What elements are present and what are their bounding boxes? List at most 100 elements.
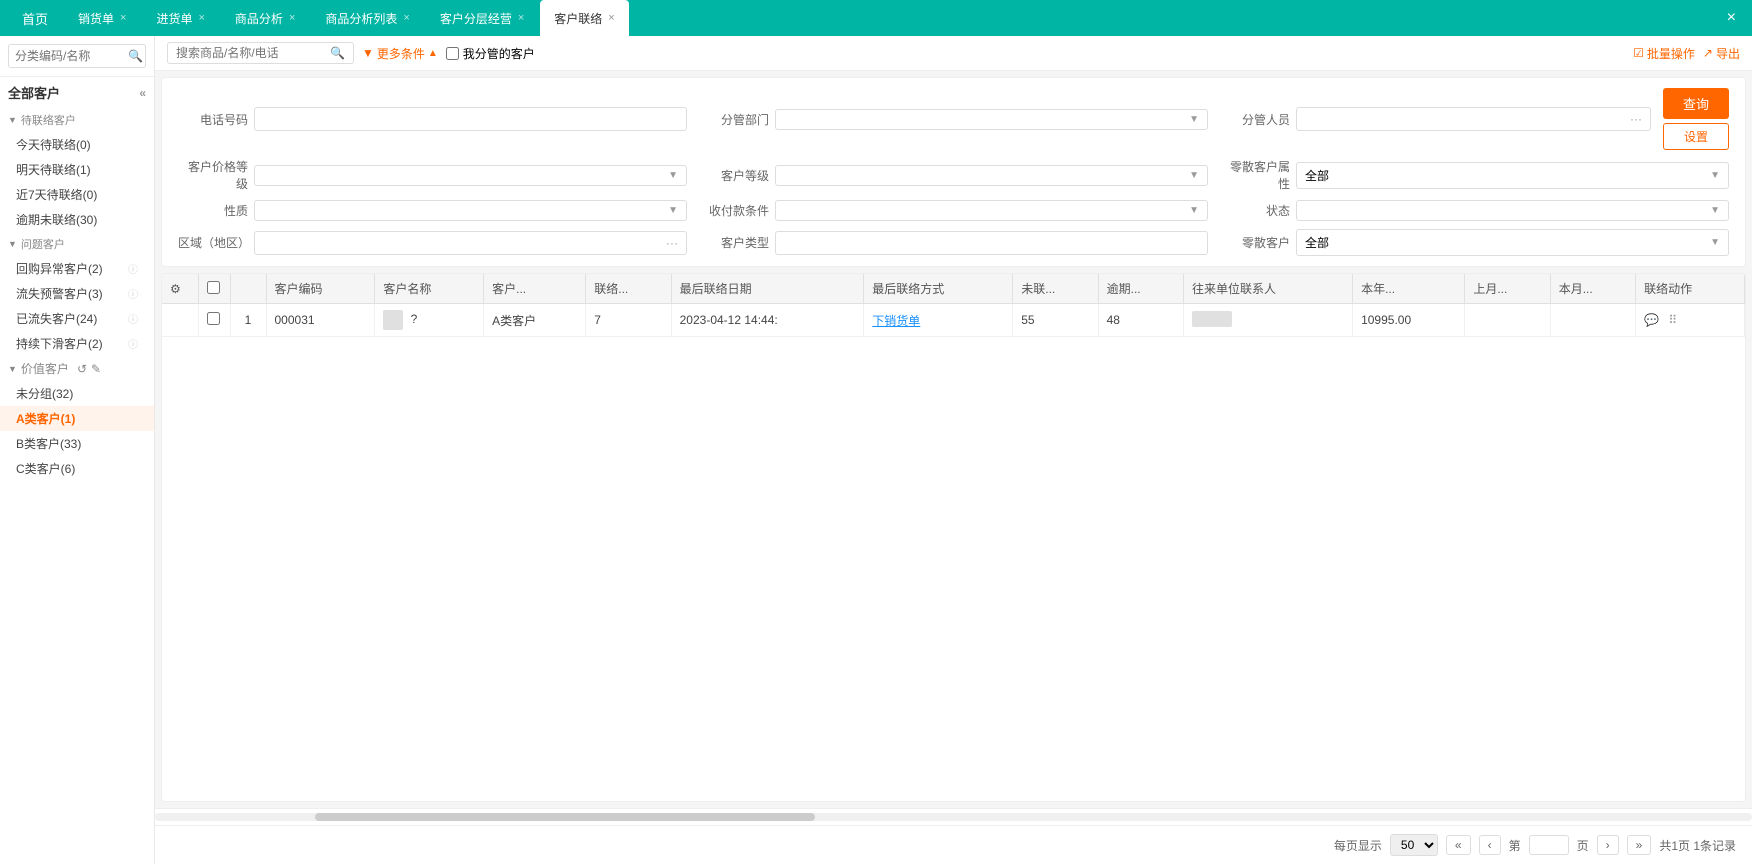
- row-name[interactable]: ?: [375, 304, 484, 337]
- settings-button[interactable]: 设置: [1663, 123, 1729, 150]
- my-customers-checkbox[interactable]: 我分管的客户: [446, 45, 535, 62]
- sidebar-item-repurchase-abnormal[interactable]: 回购异常客户(2) ⓘ: [0, 256, 154, 281]
- sidebar-item-b-class[interactable]: B类客户(33): [0, 431, 154, 456]
- filter-nature-select[interactable]: ▼: [254, 200, 687, 221]
- value-edit-icon[interactable]: ✎: [91, 362, 101, 376]
- sidebar-search-input[interactable]: [8, 44, 146, 68]
- close-tab-customer-contact[interactable]: ×: [608, 12, 614, 24]
- select-all-checkbox[interactable]: [207, 281, 220, 294]
- h-scrollbar[interactable]: [155, 813, 1752, 821]
- close-tab-analysis-list[interactable]: ×: [403, 12, 409, 24]
- col-last-month[interactable]: 上月...: [1465, 274, 1550, 304]
- col-code[interactable]: 客户编码: [266, 274, 375, 304]
- action-chat-icon[interactable]: 💬: [1644, 313, 1659, 327]
- sidebar-item-declining[interactable]: 持续下滑客户(2) ⓘ: [0, 331, 154, 356]
- nav-tab-sales[interactable]: 销货单 ×: [64, 0, 140, 36]
- batch-icon: ☑: [1633, 46, 1644, 60]
- export-btn[interactable]: ↗ 导出: [1703, 45, 1740, 62]
- sidebar-item-churned[interactable]: 已流失客户(24) ⓘ: [0, 306, 154, 331]
- col-gear[interactable]: ⚙: [162, 274, 198, 304]
- sidebar-collapse-icon[interactable]: «: [139, 86, 146, 100]
- col-no-contact[interactable]: 未联...: [1013, 274, 1098, 304]
- nav-home[interactable]: 首页: [8, 9, 62, 28]
- row-gear[interactable]: [162, 304, 198, 337]
- col-overdue[interactable]: 逾期...: [1098, 274, 1183, 304]
- row-no-contact: 55: [1013, 304, 1098, 337]
- row-check[interactable]: [198, 304, 230, 337]
- batch-op-btn[interactable]: ☑ 批量操作: [1633, 45, 1695, 62]
- row-contact-count: 7: [586, 304, 671, 337]
- page-number-input[interactable]: 1: [1529, 835, 1569, 855]
- value-refresh-icon[interactable]: ↺: [77, 362, 87, 376]
- h-scroll-thumb[interactable]: [315, 813, 815, 821]
- row-last-method[interactable]: 下销货单: [864, 304, 1013, 337]
- sidebar-item-churn-warning[interactable]: 流失预警客户(3) ⓘ: [0, 281, 154, 306]
- row-action[interactable]: 💬 ⠿: [1636, 304, 1745, 337]
- filter-payment-select[interactable]: ▼: [775, 200, 1208, 221]
- dept-dropdown-icon: ▼: [1189, 114, 1199, 125]
- action-menu-icon[interactable]: ⠿: [1668, 313, 1677, 327]
- more-filters-btn[interactable]: ▼ 更多条件 ▲: [362, 45, 438, 62]
- filter-price-level-select[interactable]: ▼: [254, 165, 687, 186]
- row-checkbox[interactable]: [207, 312, 220, 325]
- sidebar-item-today-pending[interactable]: 今天待联络(0): [0, 132, 154, 157]
- col-type[interactable]: 客户...: [484, 274, 586, 304]
- nav-tab-purchase[interactable]: 进货单 ×: [142, 0, 218, 36]
- filter-region-input[interactable]: ···: [254, 231, 687, 255]
- table-area: ⚙ 客户编码 客户名称 客户... 联络... 最后联络日期 最后联络方式 未联…: [161, 273, 1746, 802]
- filter-customer-type-input[interactable]: [775, 231, 1208, 255]
- manager-dots-icon[interactable]: ···: [1630, 112, 1642, 126]
- close-tab-customer-segment[interactable]: ×: [518, 12, 524, 24]
- close-all-tabs[interactable]: ×: [1719, 9, 1744, 27]
- sidebar-item-tomorrow-pending[interactable]: 明天待联络(1): [0, 157, 154, 182]
- filter-phone-label: 电话号码: [178, 111, 248, 128]
- main-search-input[interactable]: [176, 46, 326, 60]
- sidebar-item-a-class[interactable]: A类客户(1): [0, 406, 154, 431]
- per-page-select[interactable]: 50: [1390, 834, 1438, 856]
- prev-page-btn[interactable]: ‹: [1479, 835, 1501, 855]
- sidebar-group-value: 价值客户 ↺ ✎: [0, 356, 154, 381]
- col-this-month[interactable]: 本月...: [1550, 274, 1635, 304]
- filter-manager-input[interactable]: ···: [1296, 107, 1651, 131]
- my-customers-check[interactable]: [446, 47, 459, 60]
- row-index: 1: [230, 304, 266, 337]
- col-last-method[interactable]: 最后联络方式: [864, 274, 1013, 304]
- col-check[interactable]: [198, 274, 230, 304]
- sidebar-item-ungroup[interactable]: 未分组(32): [0, 381, 154, 406]
- close-tab-sales[interactable]: ×: [120, 12, 126, 24]
- nav-tab-analysis[interactable]: 商品分析 ×: [221, 0, 309, 36]
- sidebar-item-c-class[interactable]: C类客户(6): [0, 456, 154, 481]
- col-company-contact[interactable]: 往来单位联系人: [1184, 274, 1353, 304]
- col-index: [230, 274, 266, 304]
- sidebar-item-overdue-pending[interactable]: 逾期未联络(30): [0, 207, 154, 232]
- last-method-link[interactable]: 下销货单: [872, 314, 920, 328]
- filter-customer-level-label: 客户等级: [699, 167, 769, 184]
- row-overdue: 48: [1098, 304, 1183, 337]
- query-button[interactable]: 查询: [1663, 88, 1729, 119]
- sidebar-all-customers[interactable]: 全部客户 «: [0, 77, 154, 108]
- nav-tab-analysis-list[interactable]: 商品分析列表 ×: [311, 0, 423, 36]
- sidebar-item-week-pending[interactable]: 近7天待联络(0): [0, 182, 154, 207]
- close-tab-purchase[interactable]: ×: [198, 12, 204, 24]
- next-page-btn[interactable]: ›: [1597, 835, 1619, 855]
- filter-phone-input[interactable]: [254, 107, 687, 131]
- nav-tab-customer-segment[interactable]: 客户分层经营 ×: [426, 0, 538, 36]
- col-name[interactable]: 客户名称: [375, 274, 484, 304]
- filter-payment: 收付款条件 ▼: [699, 200, 1208, 221]
- filter-dept-select[interactable]: ▼: [775, 109, 1208, 130]
- col-contact-count[interactable]: 联络...: [586, 274, 671, 304]
- col-last-date[interactable]: 最后联络日期: [671, 274, 864, 304]
- col-year-amount[interactable]: 本年...: [1353, 274, 1465, 304]
- filter-retail-customer-select[interactable]: 全部 ▼: [1296, 229, 1729, 256]
- nav-tab-customer-contact[interactable]: 客户联络 ×: [540, 0, 628, 36]
- sidebar-search-container: 🔍: [0, 36, 154, 77]
- filter-status-select[interactable]: ▼: [1296, 200, 1729, 221]
- filter-customer-level-select[interactable]: ▼: [775, 165, 1208, 186]
- retail-attr-dropdown-icon: ▼: [1710, 170, 1720, 181]
- filter-retail-customer-label: 零散客户: [1220, 234, 1290, 251]
- close-tab-analysis[interactable]: ×: [289, 12, 295, 24]
- region-dots-icon[interactable]: ···: [666, 236, 678, 250]
- last-page-btn[interactable]: »: [1627, 835, 1652, 855]
- first-page-btn[interactable]: «: [1446, 835, 1471, 855]
- filter-retail-attr-select[interactable]: 全部 ▼: [1296, 162, 1729, 189]
